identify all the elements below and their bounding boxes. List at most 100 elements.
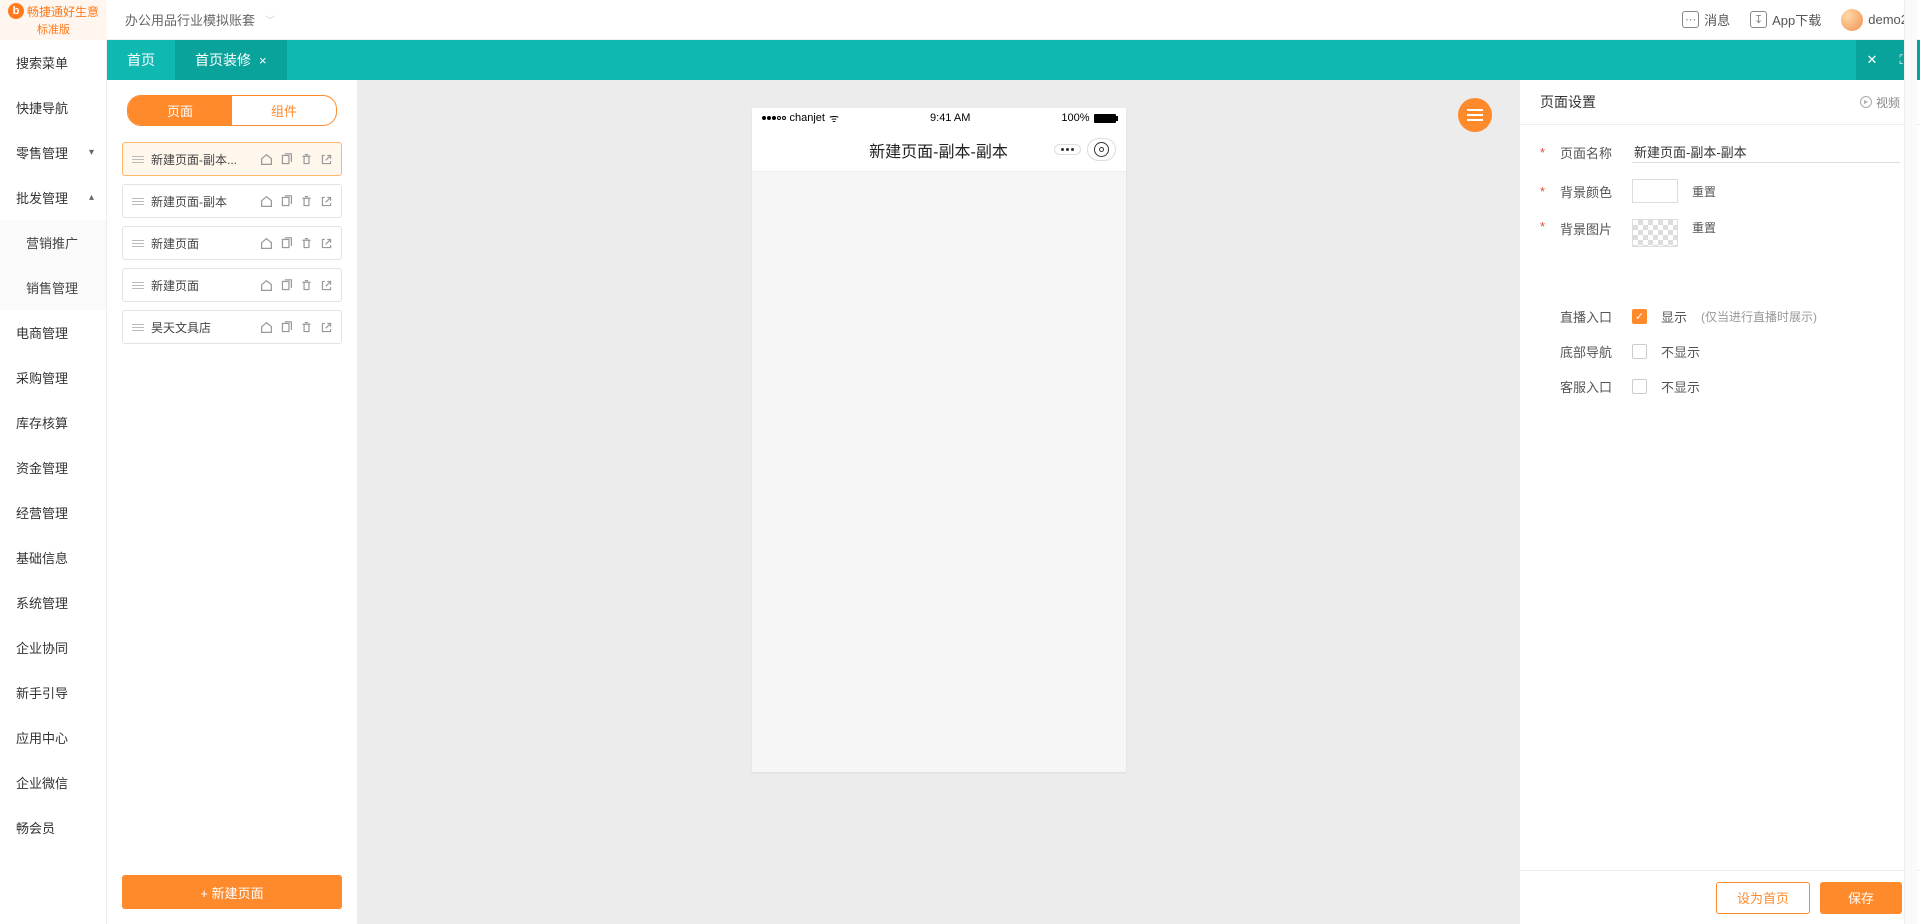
sidebar-item-label: 企业微信 bbox=[16, 773, 68, 792]
home-icon[interactable] bbox=[259, 152, 273, 166]
copy-icon[interactable] bbox=[279, 236, 293, 250]
copy-icon[interactable] bbox=[279, 320, 293, 334]
external-link-icon[interactable] bbox=[319, 236, 333, 250]
video-help-link[interactable]: 视频 bbox=[1860, 94, 1900, 111]
sidebar-sub-marketing[interactable]: 营销推广 bbox=[0, 220, 106, 265]
sidebar-item-label: 电商管理 bbox=[16, 323, 68, 342]
tab-label: 首页 bbox=[127, 50, 155, 70]
chevron-down-icon: ﹀ bbox=[265, 12, 275, 27]
home-icon[interactable] bbox=[259, 320, 273, 334]
segment-component[interactable]: 组件 bbox=[232, 96, 336, 125]
sidebar-item-label: 采购管理 bbox=[16, 368, 68, 387]
live-entry-hint: (仅当进行直播时展示) bbox=[1701, 308, 1817, 325]
home-icon[interactable] bbox=[259, 194, 273, 208]
drag-handle-icon[interactable] bbox=[131, 156, 145, 163]
close-icon[interactable]: × bbox=[259, 53, 267, 68]
avatar bbox=[1841, 9, 1863, 31]
bg-image-swatch[interactable] bbox=[1632, 219, 1678, 247]
segment-label: 组件 bbox=[271, 104, 297, 119]
drag-handle-icon[interactable] bbox=[131, 198, 145, 205]
delete-icon[interactable] bbox=[299, 152, 313, 166]
sidebar-item-funds[interactable]: 资金管理 bbox=[0, 445, 106, 490]
close-tab-button[interactable]: ✕ bbox=[1856, 40, 1888, 80]
home-icon[interactable] bbox=[259, 278, 273, 292]
service-entry-label: 不显示 bbox=[1661, 377, 1700, 396]
app-download-link[interactable]: ↧ App下载 bbox=[1750, 10, 1821, 29]
sidebar-item-wholesale[interactable]: 批发管理▴ bbox=[0, 175, 106, 220]
download-icon: ↧ bbox=[1750, 11, 1767, 28]
sidebar: 搜索菜单 快捷导航 零售管理▾ 批发管理▴ 营销推广 销售管理 电商管理 采购管… bbox=[0, 40, 107, 924]
sidebar-item-quick-nav[interactable]: 快捷导航 bbox=[0, 85, 106, 130]
field-label-name: 页面名称 bbox=[1560, 143, 1618, 162]
sidebar-item-guide[interactable]: 新手引导 bbox=[0, 670, 106, 715]
page-item[interactable]: 新建页面-副本... bbox=[122, 142, 342, 176]
phone-body[interactable] bbox=[752, 172, 1126, 772]
delete-icon[interactable] bbox=[299, 278, 313, 292]
tab-home-decoration[interactable]: 首页装修 × bbox=[175, 40, 287, 80]
sidebar-sub-label: 销售管理 bbox=[26, 278, 78, 297]
sidebar-item-label: 系统管理 bbox=[16, 593, 68, 612]
sidebar-item-label: 快捷导航 bbox=[16, 98, 68, 117]
drag-handle-icon[interactable] bbox=[131, 240, 145, 247]
play-icon bbox=[1860, 96, 1872, 108]
battery-label: 100% bbox=[1061, 112, 1089, 124]
save-button[interactable]: 保存 bbox=[1820, 882, 1902, 914]
account-selector[interactable]: 办公用品行业模拟账套 ﹀ bbox=[119, 6, 281, 33]
copy-icon[interactable] bbox=[279, 278, 293, 292]
sidebar-sub-label: 营销推广 bbox=[26, 233, 78, 252]
sidebar-item-search[interactable]: 搜索菜单 bbox=[0, 40, 106, 85]
sidebar-item-ecommerce[interactable]: 电商管理 bbox=[0, 310, 106, 355]
page-name-input[interactable] bbox=[1632, 141, 1900, 163]
sidebar-item-app-center[interactable]: 应用中心 bbox=[0, 715, 106, 760]
external-link-icon[interactable] bbox=[319, 194, 333, 208]
sidebar-item-retail[interactable]: 零售管理▾ bbox=[0, 130, 106, 175]
app-download-label: App下载 bbox=[1772, 10, 1821, 29]
home-icon[interactable] bbox=[259, 236, 273, 250]
set-home-button[interactable]: 设为首页 bbox=[1716, 882, 1810, 914]
scrollbar[interactable] bbox=[1904, 0, 1920, 924]
page-item[interactable]: 新建页面-副本 bbox=[122, 184, 342, 218]
page-item-name: 昊天文具店 bbox=[151, 319, 253, 336]
external-link-icon[interactable] bbox=[319, 320, 333, 334]
sidebar-item-basic-info[interactable]: 基础信息 bbox=[0, 535, 106, 580]
delete-icon[interactable] bbox=[299, 320, 313, 334]
segment-page[interactable]: 页面 bbox=[128, 96, 232, 125]
delete-icon[interactable] bbox=[299, 236, 313, 250]
user-menu[interactable]: demo2 bbox=[1841, 9, 1908, 31]
sidebar-sub-sales[interactable]: 销售管理 bbox=[0, 265, 106, 310]
tab-home[interactable]: 首页 bbox=[107, 40, 175, 80]
page-panel: 页面 组件 新建页面-副本... bbox=[107, 80, 357, 924]
username-label: demo2 bbox=[1868, 12, 1908, 27]
sidebar-item-system[interactable]: 系统管理 bbox=[0, 580, 106, 625]
sidebar-item-wechat-work[interactable]: 企业微信 bbox=[0, 760, 106, 805]
delete-icon[interactable] bbox=[299, 194, 313, 208]
page-item[interactable]: 新建页面 bbox=[122, 268, 342, 302]
reset-bg-image[interactable]: 重置 bbox=[1692, 219, 1716, 236]
page-item[interactable]: 昊天文具店 bbox=[122, 310, 342, 344]
sidebar-item-label: 企业协同 bbox=[16, 638, 68, 657]
page-list: 新建页面-副本... 新建页面-副本 bbox=[122, 142, 342, 344]
nav-bottom-checkbox[interactable] bbox=[1632, 344, 1647, 359]
nav-bottom-label: 不显示 bbox=[1661, 342, 1700, 361]
sidebar-item-inventory[interactable]: 库存核算 bbox=[0, 400, 106, 445]
messages-link[interactable]: ⋯ 消息 bbox=[1682, 10, 1730, 29]
new-page-button[interactable]: + 新建页面 bbox=[122, 875, 342, 909]
sidebar-item-business[interactable]: 经营管理 bbox=[0, 490, 106, 535]
external-link-icon[interactable] bbox=[319, 278, 333, 292]
bg-color-swatch[interactable] bbox=[1632, 179, 1678, 203]
copy-icon[interactable] bbox=[279, 152, 293, 166]
drag-handle-icon[interactable] bbox=[131, 324, 145, 331]
live-entry-checkbox[interactable] bbox=[1632, 309, 1647, 324]
reset-bg-color[interactable]: 重置 bbox=[1692, 183, 1716, 200]
components-fab[interactable] bbox=[1458, 98, 1492, 132]
external-link-icon[interactable] bbox=[319, 152, 333, 166]
sidebar-item-member[interactable]: 畅会员 bbox=[0, 805, 106, 850]
logo[interactable]: b 畅捷通好生意 标准版 bbox=[0, 0, 107, 40]
drag-handle-icon[interactable] bbox=[131, 282, 145, 289]
sidebar-item-collab[interactable]: 企业协同 bbox=[0, 625, 106, 670]
tab-label: 首页装修 bbox=[195, 50, 251, 70]
sidebar-item-purchase[interactable]: 采购管理 bbox=[0, 355, 106, 400]
service-entry-checkbox[interactable] bbox=[1632, 379, 1647, 394]
copy-icon[interactable] bbox=[279, 194, 293, 208]
page-item[interactable]: 新建页面 bbox=[122, 226, 342, 260]
